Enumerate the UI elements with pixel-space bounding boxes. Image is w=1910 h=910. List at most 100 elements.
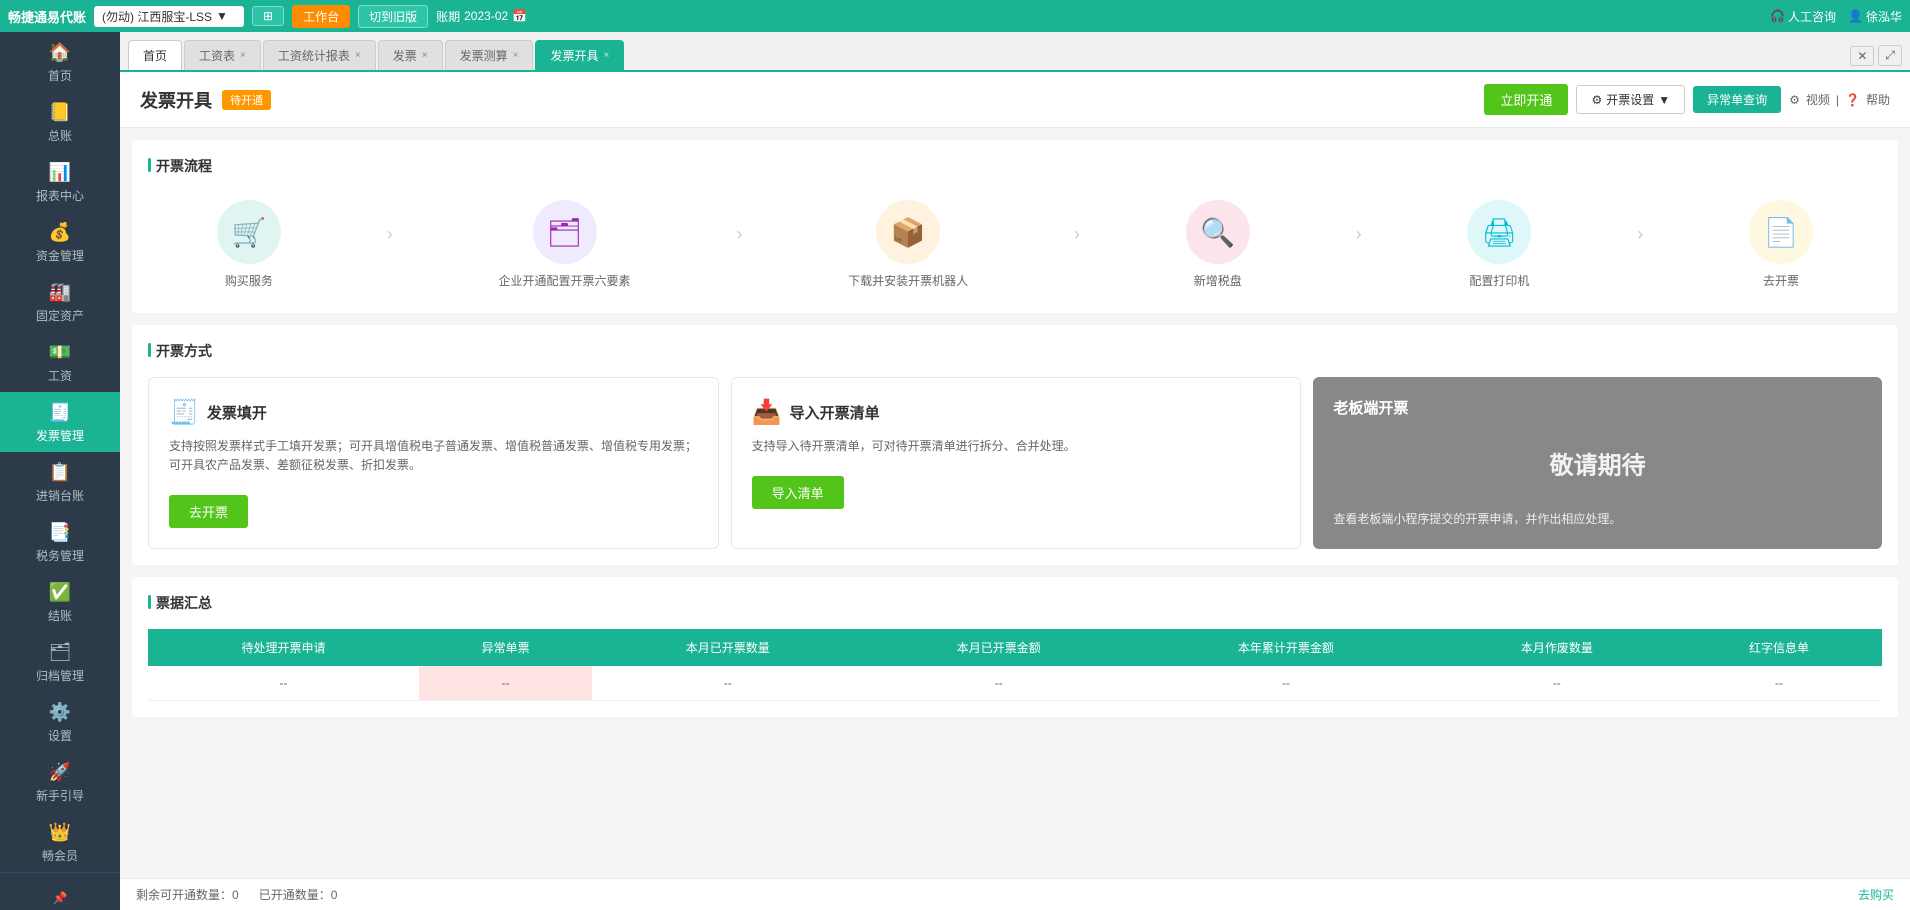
summary-table: 待处理开票申请 异常单票 本月已开票数量 本月已开票金额 本年累计开票金额 本月… (148, 629, 1882, 701)
settings-gear-icon: ⚙ (1591, 93, 1602, 107)
copy-btn[interactable]: ⊞ (252, 6, 284, 26)
buy-link[interactable]: 去购买 (1858, 886, 1894, 903)
cell-year-amount: -- (1134, 666, 1437, 701)
sidebar-label-tax: 税务管理 (36, 547, 84, 564)
page-title: 发票开具 (140, 87, 212, 113)
tab-bar: 首页 工资表 × 工资统计报表 × 发票 × 发票测算 × 发票开具 × (120, 32, 1910, 72)
sidebar-item-home[interactable]: 🏠 首页 (0, 32, 120, 92)
flow-step-issue-label: 去开票 (1763, 272, 1799, 289)
tab-invoice-open-close[interactable]: × (603, 50, 609, 61)
guide-icon: 🚀 (49, 762, 71, 783)
sidebar-item-settings[interactable]: ⚙️ 设置 (0, 692, 120, 752)
sidebar-pin-btn[interactable]: 📌 取消固定 (0, 881, 120, 910)
sidebar-label-reports: 报表中心 (36, 187, 84, 204)
tab-invoice-calc[interactable]: 发票测算 × (445, 40, 534, 70)
period-value: 2023-02 (464, 9, 508, 23)
status-badge: 待开通 (222, 90, 271, 110)
workspace-btn[interactable]: 工作台 (292, 5, 350, 28)
assets-icon: 🏭 (49, 282, 71, 303)
tab-invoice-calc-close[interactable]: × (513, 50, 519, 61)
tab-invoice-open[interactable]: 发票开具 × (535, 40, 624, 70)
import-list-btn[interactable]: 导入清单 (752, 476, 844, 509)
views-label: 视频 (1806, 91, 1830, 108)
flow-steps: 🛒 购买服务 › 🗂 企业开通配置开票六要素 › � (148, 192, 1882, 297)
open-settings-label: 开票设置 (1606, 91, 1654, 108)
company-selector[interactable]: (勿动) 江西服宝-LSS ▼ (94, 6, 244, 27)
sidebar-item-funds[interactable]: 💰 资金管理 (0, 212, 120, 272)
sidebar-item-payroll[interactable]: 💵 工资 (0, 332, 120, 392)
abnormal-query-btn[interactable]: 异常单查询 (1693, 86, 1781, 113)
flow-step-printer[interactable]: 🖨 配置打印机 (1467, 200, 1531, 289)
period-label: 账期 (436, 8, 460, 25)
flow-step-issue[interactable]: 📄 去开票 (1749, 200, 1813, 289)
tab-salary-stats-close[interactable]: × (355, 50, 361, 61)
sidebar-item-purchase[interactable]: 📋 进销台账 (0, 452, 120, 512)
maximize-btn[interactable]: ⤢ (1878, 45, 1902, 66)
calendar-icon[interactable]: 📅 (512, 9, 527, 23)
sidebar-item-invoice[interactable]: 🧾 发票管理 (0, 392, 120, 452)
col-year-amount: 本年累计开票金额 (1134, 629, 1437, 666)
import-card-icon: 📥 (752, 398, 782, 427)
tab-invoice[interactable]: 发票 × (378, 40, 443, 70)
tab-salary-table-label: 工资表 (199, 47, 235, 64)
support-btn[interactable]: 🎧 人工咨询 (1770, 8, 1836, 25)
open-settings-btn[interactable]: ⚙ 开票设置 ▼ (1576, 85, 1685, 114)
sidebar-label-home: 首页 (48, 67, 72, 84)
funds-icon: 💰 (49, 222, 71, 243)
opened-count: 已开通数量：0 (259, 886, 338, 903)
purchase-icon: 📋 (49, 462, 71, 483)
tab-home-label: 首页 (143, 47, 167, 64)
period-display: 账期 2023-02 📅 (436, 8, 527, 25)
cell-month-count: -- (592, 666, 863, 701)
sidebar-item-member[interactable]: 👑 畅会员 (0, 812, 120, 872)
reports-icon: 📊 (49, 162, 71, 183)
user-avatar[interactable]: 👤 徐泓华 (1848, 8, 1902, 25)
fill-card-title: 发票填开 (207, 402, 267, 423)
sidebar-item-reports[interactable]: 📊 报表中心 (0, 152, 120, 212)
member-icon: 👑 (49, 822, 71, 843)
company-name: (勿动) 江西服宝-LSS (102, 8, 212, 25)
tab-salary-table-close[interactable]: × (240, 50, 246, 61)
tab-salary-stats[interactable]: 工资统计报表 × (263, 40, 376, 70)
fill-open-card: 🧾 发票填开 支持按照发票样式手工填开发票；可开具增值税电子普通发票、增值税普通… (148, 377, 719, 549)
flow-step-taxdisk[interactable]: 🔍 新增税盘 (1186, 200, 1250, 289)
sidebar-label-ledger: 总账 (48, 127, 72, 144)
flow-step-download[interactable]: 📦 下载并安装开票机器人 (848, 200, 968, 289)
payroll-icon: 💵 (49, 342, 71, 363)
switch-old-btn[interactable]: 切到旧版 (358, 5, 428, 28)
flow-step-download-label: 下载并安装开票机器人 (848, 272, 968, 289)
flow-step-setup-label: 企业开通配置开票六要素 (499, 272, 631, 289)
sidebar-item-archive[interactable]: 🗂 归档管理 (0, 632, 120, 692)
flow-arrow-4: › (1356, 224, 1362, 265)
flow-arrow-1: › (387, 224, 393, 265)
sidebar-label-member: 畅会员 (42, 847, 78, 864)
method-cards: 🧾 发票填开 支持按照发票样式手工填开发票；可开具增值税电子普通发票、增值税普通… (148, 377, 1882, 549)
sidebar-item-guide[interactable]: 🚀 新手引导 (0, 752, 120, 812)
immediate-open-btn[interactable]: 立即开通 (1484, 84, 1568, 115)
support-label: 人工咨询 (1788, 8, 1836, 25)
old-card-title: 老板端开票 (1333, 397, 1862, 418)
tab-home[interactable]: 首页 (128, 40, 182, 70)
col-red-info: 红字信息单 (1676, 629, 1882, 666)
main-content: 发票开具 待开通 立即开通 ⚙ 开票设置 ▼ 异常单查询 ⚙ 视频 | (120, 72, 1910, 878)
sidebar-item-assets[interactable]: 🏭 固定资产 (0, 272, 120, 332)
invoice-icon: 🧾 (49, 402, 71, 423)
sidebar-label-guide: 新手引导 (36, 787, 84, 804)
col-month-count: 本月已开票数量 (592, 629, 863, 666)
tab-salary-table[interactable]: 工资表 × (184, 40, 261, 70)
flow-step-buy[interactable]: 🛒 购买服务 (217, 200, 281, 289)
close-current-tab-btn[interactable]: ✕ (1850, 46, 1874, 66)
tab-invoice-close[interactable]: × (422, 50, 428, 61)
go-issue-btn[interactable]: 去开票 (169, 495, 248, 528)
remaining-count: 剩余可开通数量：0 (136, 886, 239, 903)
sidebar-item-tax[interactable]: 📑 税务管理 (0, 512, 120, 572)
flow-step-setup[interactable]: 🗂 企业开通配置开票六要素 (499, 200, 631, 289)
col-void-count: 本月作废数量 (1438, 629, 1676, 666)
cell-pending: -- (148, 666, 419, 701)
ledger-icon: 📒 (49, 102, 71, 123)
sidebar-label-payroll: 工资 (48, 367, 72, 384)
sidebar-label-settlement: 结账 (48, 607, 72, 624)
sidebar-item-settlement[interactable]: ✅ 结账 (0, 572, 120, 632)
flow-step-buy-icon: 🛒 (217, 200, 281, 264)
sidebar-item-ledger[interactable]: 📒 总账 (0, 92, 120, 152)
